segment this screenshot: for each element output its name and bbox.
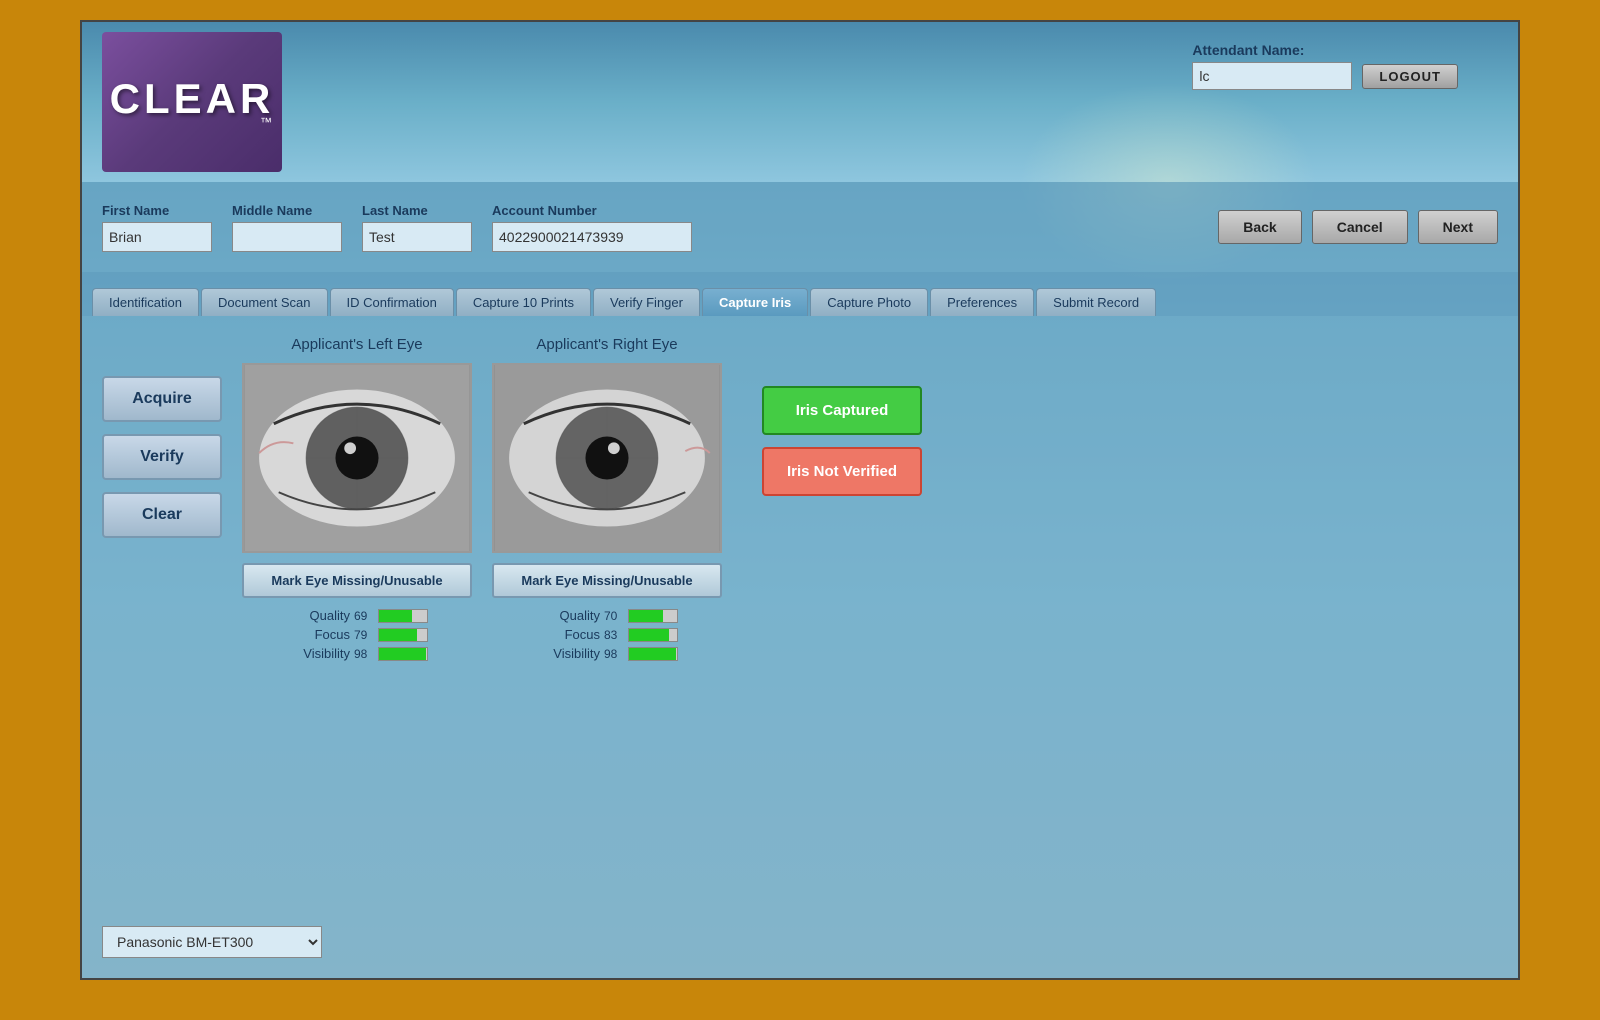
left-visibility-bar: 98 bbox=[354, 647, 434, 661]
tab-document-scan[interactable]: Document Scan bbox=[201, 288, 328, 316]
logo: CLEAR ™ bbox=[102, 32, 282, 172]
status-area: Iris Captured Iris Not Verified bbox=[762, 386, 922, 496]
left-quality-label: Quality bbox=[280, 608, 350, 623]
logo-text: CLEAR bbox=[110, 75, 275, 123]
tab-submit-record[interactable]: Submit Record bbox=[1036, 288, 1156, 316]
tabs-area: Identification Document Scan ID Confirma… bbox=[82, 272, 1518, 316]
left-visibility-value: 98 bbox=[354, 647, 374, 661]
capture-container: Acquire Verify Clear Applicant's Left Ey… bbox=[102, 336, 1498, 661]
left-focus-value: 79 bbox=[354, 628, 374, 642]
tab-capture-photo[interactable]: Capture Photo bbox=[810, 288, 928, 316]
left-controls: Acquire Verify Clear bbox=[102, 376, 222, 538]
left-focus-label: Focus bbox=[280, 627, 350, 642]
middle-name-group: Middle Name bbox=[232, 203, 342, 252]
left-quality-bar: 69 bbox=[354, 609, 434, 623]
right-eye-image bbox=[492, 363, 722, 553]
right-visibility-bar: 98 bbox=[604, 647, 684, 661]
right-visibility-label: Visibility bbox=[530, 646, 600, 661]
cancel-button[interactable]: Cancel bbox=[1312, 210, 1408, 244]
form-buttons: Back Cancel Next bbox=[1218, 210, 1498, 244]
logo-tm: ™ bbox=[260, 115, 272, 129]
right-quality-label: Quality bbox=[530, 608, 600, 623]
account-number-input[interactable] bbox=[492, 222, 692, 252]
right-eye-panel: Applicant's Right Eye bbox=[492, 336, 722, 661]
attendant-input[interactable] bbox=[1192, 62, 1352, 90]
last-name-input[interactable] bbox=[362, 222, 472, 252]
last-name-label: Last Name bbox=[362, 203, 472, 218]
account-number-group: Account Number bbox=[492, 203, 692, 252]
account-number-label: Account Number bbox=[492, 203, 692, 218]
right-quality-value: 70 bbox=[604, 609, 624, 623]
left-eye-quality: Quality 69 Focus 79 Visibility 98 bbox=[280, 608, 434, 661]
mark-right-eye-button[interactable]: Mark Eye Missing/Unusable bbox=[492, 563, 722, 598]
tab-id-confirmation[interactable]: ID Confirmation bbox=[330, 288, 454, 316]
right-focus-bar: 83 bbox=[604, 628, 684, 642]
verify-button[interactable]: Verify bbox=[102, 434, 222, 480]
iris-captured-status: Iris Captured bbox=[762, 386, 922, 435]
first-name-input[interactable] bbox=[102, 222, 212, 252]
left-eye-label: Applicant's Left Eye bbox=[291, 336, 422, 353]
main-content: Acquire Verify Clear Applicant's Left Ey… bbox=[82, 316, 1518, 978]
left-visibility-label: Visibility bbox=[280, 646, 350, 661]
logout-button[interactable]: LOGOUT bbox=[1362, 64, 1458, 89]
first-name-label: First Name bbox=[102, 203, 212, 218]
tab-preferences[interactable]: Preferences bbox=[930, 288, 1034, 316]
middle-name-input[interactable] bbox=[232, 222, 342, 252]
left-eye-panel: Applicant's Left Eye bbox=[242, 336, 472, 661]
tab-identification[interactable]: Identification bbox=[92, 288, 199, 316]
device-select[interactable]: Panasonic BM-ET300IriTech IriShieldLG Ir… bbox=[102, 926, 322, 958]
right-quality-bar: 70 bbox=[604, 609, 684, 623]
attendant-area: Attendant Name: LOGOUT bbox=[1192, 42, 1458, 90]
attendant-label: Attendant Name: bbox=[1192, 42, 1304, 58]
mark-left-eye-button[interactable]: Mark Eye Missing/Unusable bbox=[242, 563, 472, 598]
bottom-area: Panasonic BM-ET300IriTech IriShieldLG Ir… bbox=[102, 926, 322, 958]
right-visibility-value: 98 bbox=[604, 647, 624, 661]
last-name-group: Last Name bbox=[362, 203, 472, 252]
left-eye-image bbox=[242, 363, 472, 553]
tab-capture-iris[interactable]: Capture Iris bbox=[702, 288, 808, 316]
back-button[interactable]: Back bbox=[1218, 210, 1301, 244]
attendant-row: LOGOUT bbox=[1192, 62, 1458, 90]
right-eye-quality: Quality 70 Focus 83 Visibility 98 bbox=[530, 608, 684, 661]
acquire-button[interactable]: Acquire bbox=[102, 376, 222, 422]
middle-name-label: Middle Name bbox=[232, 203, 342, 218]
tab-capture-10-prints[interactable]: Capture 10 Prints bbox=[456, 288, 591, 316]
clear-button[interactable]: Clear bbox=[102, 492, 222, 538]
tab-verify-finger[interactable]: Verify Finger bbox=[593, 288, 700, 316]
first-name-group: First Name bbox=[102, 203, 212, 252]
right-focus-label: Focus bbox=[530, 627, 600, 642]
next-button[interactable]: Next bbox=[1418, 210, 1498, 244]
form-area: First Name Middle Name Last Name Account… bbox=[82, 182, 1518, 272]
right-eye-label: Applicant's Right Eye bbox=[536, 336, 677, 353]
left-quality-value: 69 bbox=[354, 609, 374, 623]
iris-not-verified-status: Iris Not Verified bbox=[762, 447, 922, 496]
right-focus-value: 83 bbox=[604, 628, 624, 642]
left-focus-bar: 79 bbox=[354, 628, 434, 642]
